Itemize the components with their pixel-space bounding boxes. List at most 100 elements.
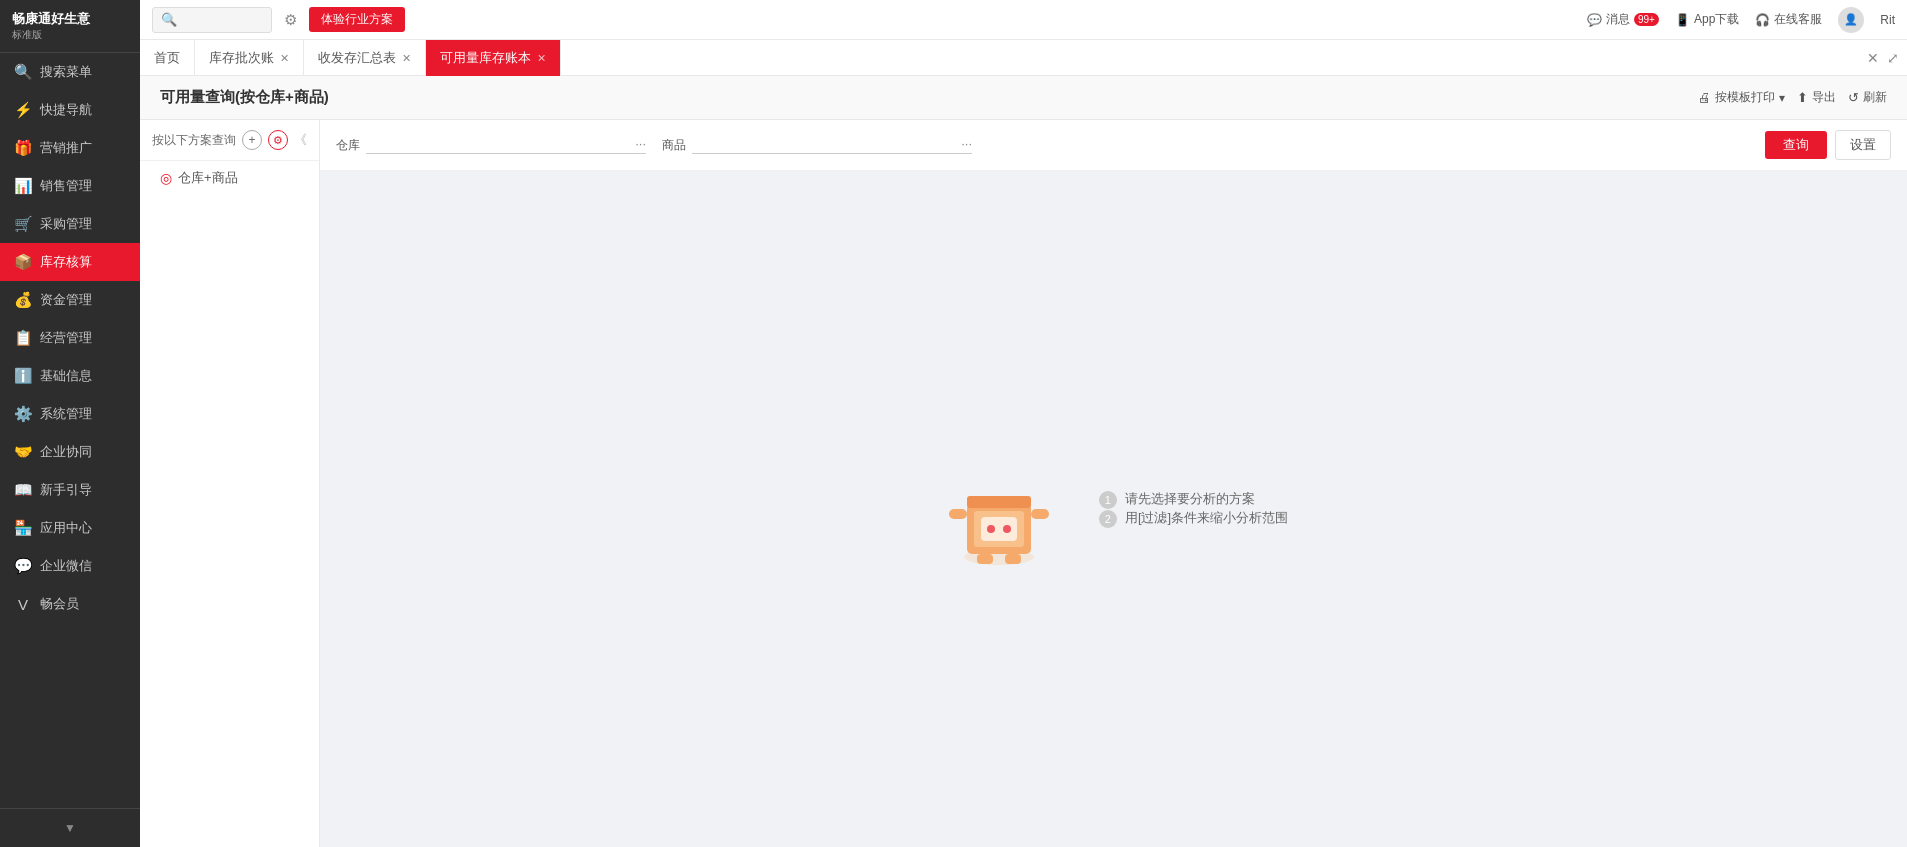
app-download-item[interactable]: 📱 App下载: [1675, 11, 1739, 28]
tab-库存批次账[interactable]: 库存批次账 ✕: [195, 40, 304, 76]
print-btn[interactable]: 🖨 按模板打印 ▾: [1698, 89, 1785, 106]
sidebar-item-营销推广[interactable]: 🎁营销推广: [0, 129, 140, 167]
sidebar-item-label: 基础信息: [40, 367, 92, 385]
topbar-search-box[interactable]: 🔍: [152, 7, 272, 33]
print-dropdown-icon[interactable]: ▾: [1779, 91, 1785, 105]
goods-field: 商品 ···: [662, 136, 972, 154]
sidebar-icon: 📋: [14, 329, 32, 347]
hint-item: 1请先选择要分析的方案: [1099, 490, 1288, 509]
tab-label: 可用量库存账本: [440, 49, 531, 67]
goods-input[interactable]: [692, 137, 957, 151]
sidebar-icon: 📖: [14, 481, 32, 499]
filter-item-仓库+商品[interactable]: ◎仓库+商品: [140, 161, 319, 195]
tabs-bar: 首页库存批次账✕收发存汇总表✕可用量库存账本✕ ✕ ⤢: [140, 40, 1907, 76]
tab-label: 库存批次账: [209, 49, 274, 67]
hint-text: 用[过滤]条件来缩小分析范围: [1125, 509, 1288, 527]
query-btn[interactable]: 查询: [1765, 131, 1827, 159]
svg-point-5: [1003, 525, 1011, 533]
filter-header-label: 按以下方案查询: [152, 132, 236, 149]
export-btn[interactable]: ⬆ 导出: [1797, 89, 1836, 106]
message-item[interactable]: 💬 消息 99+: [1587, 11, 1659, 28]
sidebar-item-销售管理[interactable]: 📊销售管理: [0, 167, 140, 205]
page-header-actions: 🖨 按模板打印 ▾ ⬆ 导出 ↺ 刷新: [1698, 89, 1887, 106]
sidebar-item-企业协同[interactable]: 🤝企业协同: [0, 433, 140, 471]
sidebar-icon: 🎁: [14, 139, 32, 157]
tab-首页[interactable]: 首页: [140, 40, 195, 76]
sidebar-icon: 📊: [14, 177, 32, 195]
filter-panel: 按以下方案查询 + ⚙ 《 ◎仓库+商品: [140, 120, 320, 847]
sidebar-icon: 🤝: [14, 443, 32, 461]
sidebar-icon: ⚙️: [14, 405, 32, 423]
goods-label: 商品: [662, 137, 686, 154]
sidebar-icon: 🛒: [14, 215, 32, 233]
tab-close-btn[interactable]: ✕: [537, 52, 546, 65]
close-tab-btn[interactable]: ✕: [1867, 50, 1879, 66]
warehouse-input-wrapper: ···: [366, 136, 646, 154]
mobile-icon: 📱: [1675, 13, 1690, 27]
sidebar-item-库存核算[interactable]: 📦库存核算: [0, 243, 140, 281]
export-icon: ⬆: [1797, 90, 1808, 105]
topbar: 🔍 ⚙ 体验行业方案 💬 消息 99+ 📱 App下载 🎧 在线客服 👤 Rit: [140, 0, 1907, 40]
sidebar-item-label: 快捷导航: [40, 101, 92, 119]
sidebar-item-新手引导[interactable]: 📖 新手引导: [0, 471, 140, 509]
tabs-actions: ✕ ⤢: [1867, 50, 1907, 66]
sidebar-item-资金管理[interactable]: 💰 资金管理: [0, 281, 140, 319]
sidebar-bottom: ▼: [0, 808, 140, 847]
sidebar-icon: 🔍: [14, 63, 32, 81]
headset-icon: 🎧: [1755, 13, 1770, 27]
content-area: 按以下方案查询 + ⚙ 《 ◎仓库+商品 仓库 ···: [140, 120, 1907, 847]
maximize-tab-btn[interactable]: ⤢: [1887, 50, 1899, 66]
sidebar-item-畅会员[interactable]: V畅会员: [0, 585, 140, 623]
tab-close-btn[interactable]: ✕: [280, 52, 289, 65]
online-service-item[interactable]: 🎧 在线客服: [1755, 11, 1822, 28]
refresh-label: 刷新: [1863, 89, 1887, 106]
filter-settings-btn[interactable]: ⚙: [268, 130, 288, 150]
filter-collapse-btn[interactable]: 《: [294, 131, 307, 149]
sidebar-item-label: 畅会员: [40, 595, 79, 613]
sidebar-item-经营管理[interactable]: 📋经营管理: [0, 319, 140, 357]
sidebar-icon: 💰: [14, 291, 32, 309]
warehouse-label: 仓库: [336, 137, 360, 154]
sidebar-icon: 🏪: [14, 519, 32, 537]
trial-btn[interactable]: 体验行业方案: [309, 7, 405, 32]
warehouse-input[interactable]: [366, 137, 631, 151]
app-edition: 标准版: [12, 28, 128, 42]
tab-可用量库存账本[interactable]: 可用量库存账本 ✕: [426, 40, 561, 76]
sidebar-item-企业微信[interactable]: 💬企业微信: [0, 547, 140, 585]
main-content: 仓库 ··· 商品 ··· 查询 设置: [320, 120, 1907, 847]
goods-dots-btn[interactable]: ···: [961, 136, 972, 151]
sidebar-item-label: 资金管理: [40, 291, 92, 309]
settings-btn[interactable]: 设置: [1835, 130, 1891, 160]
sidebar-item-label: 新手引导: [40, 481, 92, 499]
refresh-icon: ↺: [1848, 90, 1859, 105]
sidebar-scroll-down[interactable]: ▼: [0, 817, 140, 839]
gear-icon[interactable]: ⚙: [280, 11, 301, 29]
online-service-label: 在线客服: [1774, 11, 1822, 28]
main-area: 🔍 ⚙ 体验行业方案 💬 消息 99+ 📱 App下载 🎧 在线客服 👤 Rit: [140, 0, 1907, 847]
app-name: 畅康通好生意: [12, 10, 128, 28]
tab-close-btn[interactable]: ✕: [402, 52, 411, 65]
sidebar-scroll: 🔍搜索菜单⚡快捷导航🎁营销推广📊销售管理🛒采购管理📦库存核算 💰 资金管理 📋经营管理…: [0, 53, 140, 808]
svg-point-4: [987, 525, 995, 533]
topbar-right: 💬 消息 99+ 📱 App下载 🎧 在线客服 👤 Rit: [1587, 7, 1895, 33]
sidebar-item-系统管理[interactable]: ⚙️系统管理: [0, 395, 140, 433]
filter-add-btn[interactable]: +: [242, 130, 262, 150]
avatar: 👤: [1838, 7, 1864, 33]
warehouse-dots-btn[interactable]: ···: [635, 136, 646, 151]
print-icon: 🖨: [1698, 90, 1711, 105]
sidebar-item-快捷导航[interactable]: ⚡快捷导航: [0, 91, 140, 129]
filter-actions-right: 查询 设置: [1765, 130, 1891, 160]
print-label: 按模板打印: [1715, 89, 1775, 106]
sidebar-logo: 畅康通好生意 标准版: [0, 0, 140, 53]
search-icon: 🔍: [161, 12, 177, 27]
page-header: 可用量查询(按仓库+商品) 🖨 按模板打印 ▾ ⬆ 导出 ↺ 刷新: [140, 76, 1907, 120]
sidebar-item-采购管理[interactable]: 🛒采购管理: [0, 205, 140, 243]
goods-input-wrapper: ···: [692, 136, 972, 154]
sidebar-item-搜索菜单[interactable]: 🔍搜索菜单: [0, 53, 140, 91]
refresh-btn[interactable]: ↺ 刷新: [1848, 89, 1887, 106]
username[interactable]: Rit: [1880, 13, 1895, 27]
tab-收发存汇总表[interactable]: 收发存汇总表✕: [304, 40, 426, 76]
hint-item: 2用[过滤]条件来缩小分析范围: [1099, 509, 1288, 528]
sidebar-item-应用中心[interactable]: 🏪应用中心: [0, 509, 140, 547]
sidebar-item-基础信息[interactable]: ℹ️基础信息: [0, 357, 140, 395]
